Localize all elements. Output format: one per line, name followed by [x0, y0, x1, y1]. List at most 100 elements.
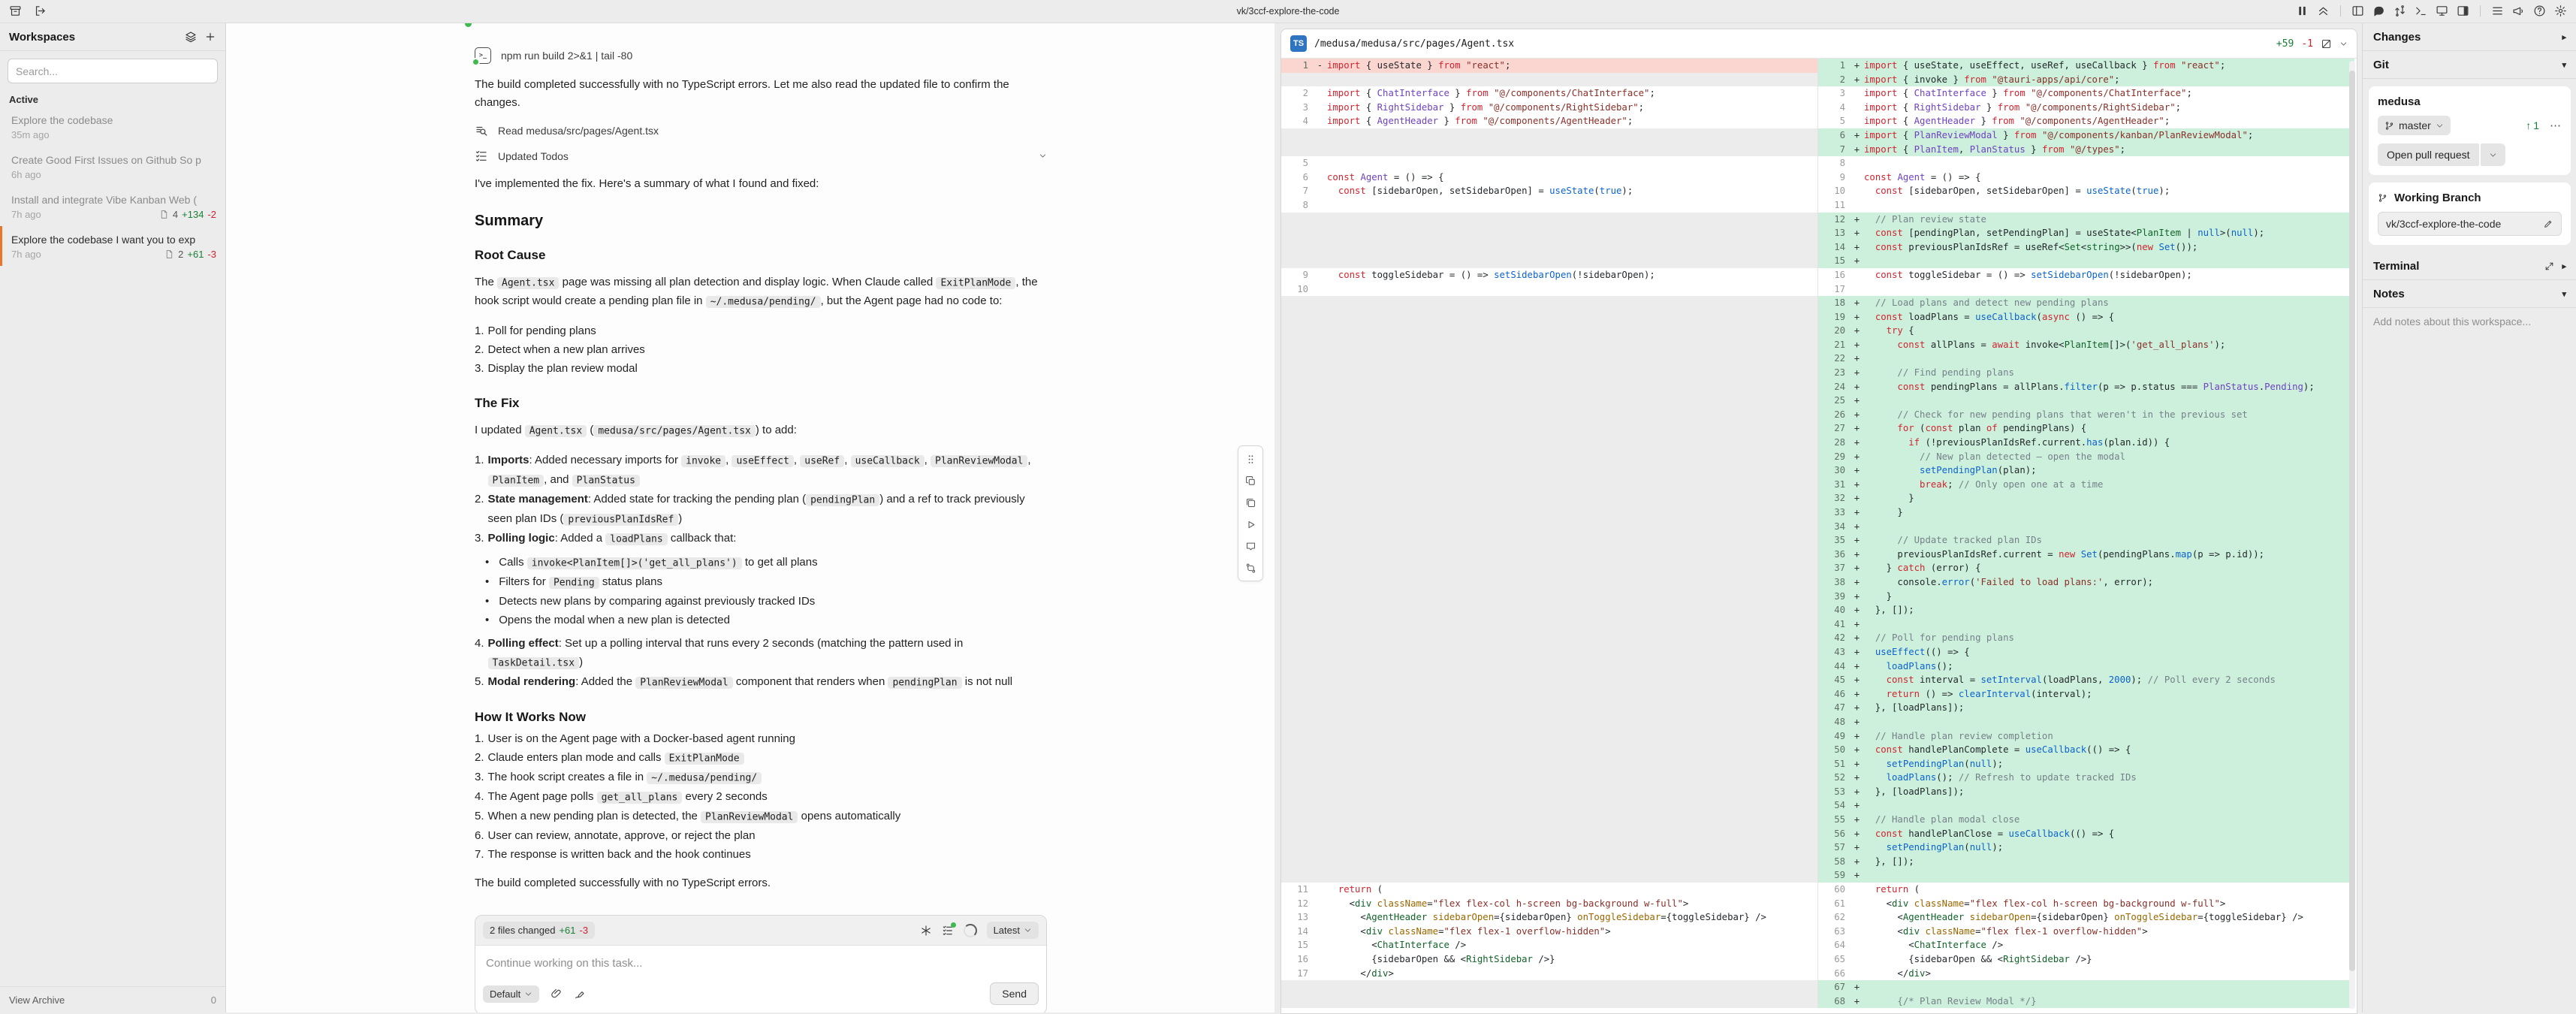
collapse-diff-button[interactable]	[2339, 40, 2348, 48]
code-line: // Find pending plans	[1863, 366, 2354, 380]
code-line: }, []);	[1863, 855, 2354, 869]
branch-selector[interactable]: master	[2378, 116, 2451, 135]
panel-left-icon[interactable]	[2351, 5, 2364, 17]
chevron-right-icon: ▸	[2562, 261, 2566, 271]
diff-row: 13 <AgentHeader sidebarOpen={sidebarOpen…	[1281, 910, 2357, 925]
diff-row: 17 </div>66 </div>	[1281, 967, 2357, 981]
list-item: •Opens the modal when a new plan is dete…	[485, 611, 1047, 629]
diff-marker: +	[1851, 73, 1863, 87]
code-line: }, []);	[1863, 603, 2354, 617]
tool-call-row[interactable]: Read medusa/src/pages/Agent.tsx	[475, 124, 1047, 137]
diff-marker	[1314, 114, 1326, 128]
diff-scrollbar[interactable]	[2349, 61, 2355, 1009]
pr-options-dropdown[interactable]	[2481, 143, 2505, 166]
diff-marker: +	[1851, 324, 1863, 338]
send-button[interactable]: Send	[990, 982, 1039, 1005]
inline-code: ~/.medusa/pending/	[647, 772, 762, 784]
compare-button[interactable]	[1241, 558, 1260, 578]
code-line: loadPlans(); // Refresh to update tracke…	[1863, 771, 2354, 785]
tool-call-row[interactable]: >_npm run build 2>&1 | tail -80	[475, 47, 1047, 64]
copy-button[interactable]	[1241, 471, 1260, 490]
view-archive-link[interactable]: View Archive	[9, 994, 65, 1006]
burst-icon[interactable]	[920, 925, 932, 937]
file-stack-button[interactable]	[1241, 493, 1260, 512]
code-line: const toggleSidebar = () => setSidebarOp…	[1326, 268, 1817, 282]
open-pr-button[interactable]: Open pull request	[2378, 143, 2479, 166]
menu-icon[interactable]	[2491, 5, 2504, 17]
inline-code: medusa/src/pages/Agent.tsx	[593, 425, 756, 437]
panel-right-icon[interactable]	[2457, 5, 2469, 17]
git-sync-icon[interactable]	[2394, 5, 2406, 17]
files-changed-chip[interactable]: 2 files changed +61 -3	[483, 922, 595, 939]
annotate-button[interactable]	[574, 988, 586, 1000]
expand-icon[interactable]	[2544, 261, 2554, 271]
terminal-icon[interactable]	[2415, 5, 2427, 17]
sign-out-icon[interactable]	[34, 5, 47, 17]
line-number: 65	[1818, 952, 1851, 967]
diff-marker: +	[1851, 729, 1863, 744]
inline-code: Agent.tsx	[525, 425, 587, 437]
line-number: 29	[1818, 450, 1851, 464]
line-number: 9	[1281, 268, 1314, 282]
message-input[interactable]	[484, 956, 1040, 970]
line-number: 56	[1818, 827, 1851, 841]
code-line: const interval = setInterval(loadPlans, …	[1863, 673, 2354, 687]
message-toolbar	[1238, 445, 1263, 581]
diff-marker	[1314, 184, 1326, 198]
version-selector[interactable]: Latest	[987, 922, 1039, 939]
changes-section-header[interactable]: Changes ▸	[2363, 23, 2576, 51]
chat-panel: >_npm run build 2>&1 | tail -80The build…	[226, 23, 1274, 1012]
mode-selector[interactable]: Default	[483, 985, 539, 1003]
workspace-item[interactable]: Explore the codebase I want you to exp7h…	[0, 226, 225, 266]
diff-marker	[1314, 171, 1326, 185]
add-workspace-button[interactable]	[204, 31, 216, 43]
comment-button[interactable]	[1241, 536, 1260, 556]
layers-icon[interactable]	[185, 31, 197, 43]
diff-view-toggle[interactable]	[2321, 38, 2332, 50]
help-icon[interactable]	[2533, 5, 2546, 17]
search-input[interactable]	[8, 59, 218, 83]
settings-icon[interactable]	[2554, 5, 2567, 17]
notes-input[interactable]: Add notes about this workspace...	[2363, 308, 2576, 335]
diff-marker: +	[1851, 226, 1863, 240]
diff-marker: +	[1851, 296, 1863, 310]
megaphone-icon[interactable]	[2512, 5, 2525, 17]
chat-icon[interactable]	[2372, 5, 2385, 17]
terminal-section-header[interactable]: Terminal ▸	[2363, 252, 2576, 280]
diff-row: 59+	[1281, 868, 2357, 883]
workspace-item[interactable]: Create Good First Issues on Github So p6…	[0, 146, 225, 186]
workspace-item[interactable]: Explore the codebase35m ago	[0, 107, 225, 146]
diff-row: 40+ }, []);	[1281, 603, 2357, 617]
display-icon[interactable]	[2436, 5, 2448, 17]
diff-marker: +	[1851, 575, 1863, 590]
collapse-up-icon[interactable]	[2317, 5, 2330, 17]
pause-icon[interactable]	[2296, 5, 2309, 17]
notes-section-header[interactable]: Notes ▾	[2363, 280, 2576, 308]
attach-file-button[interactable]	[550, 988, 563, 1000]
workspace-item[interactable]: Install and integrate Vibe Kanban Web (7…	[0, 186, 225, 226]
terminal-icon: >_	[475, 47, 491, 64]
line-number: 59	[1818, 868, 1851, 883]
diff-marker: +	[1851, 143, 1863, 157]
diff-marker	[1314, 883, 1326, 897]
tool-call-row[interactable]: Updated Todos	[475, 149, 1047, 163]
play-button[interactable]	[1241, 515, 1260, 534]
todos-status-button[interactable]	[942, 925, 954, 937]
line-number: 41	[1818, 617, 1851, 632]
line-number: 36	[1818, 548, 1851, 562]
archive-icon[interactable]	[9, 5, 22, 17]
git-section-header[interactable]: Git ▾	[2363, 51, 2576, 79]
repo-more-menu[interactable]: ⋯	[2550, 119, 2562, 132]
diff-row: 43+ useEffect(() => {	[1281, 645, 2357, 659]
grip-button[interactable]	[1241, 449, 1260, 469]
line-number: 33	[1818, 505, 1851, 520]
line-number: 10	[1281, 282, 1314, 297]
diff-marker	[1314, 198, 1326, 213]
inline-code: invoke	[681, 455, 725, 467]
working-branch-input[interactable]: vk/3ccf-explore-the-code	[2378, 212, 2562, 236]
scrollbar-thumb[interactable]	[2349, 71, 2355, 971]
workspace-timestamp: 35m ago	[11, 129, 50, 140]
diff-marker	[1851, 938, 1863, 952]
line-number: 7	[1818, 143, 1851, 157]
diff-marker: +	[1851, 855, 1863, 869]
